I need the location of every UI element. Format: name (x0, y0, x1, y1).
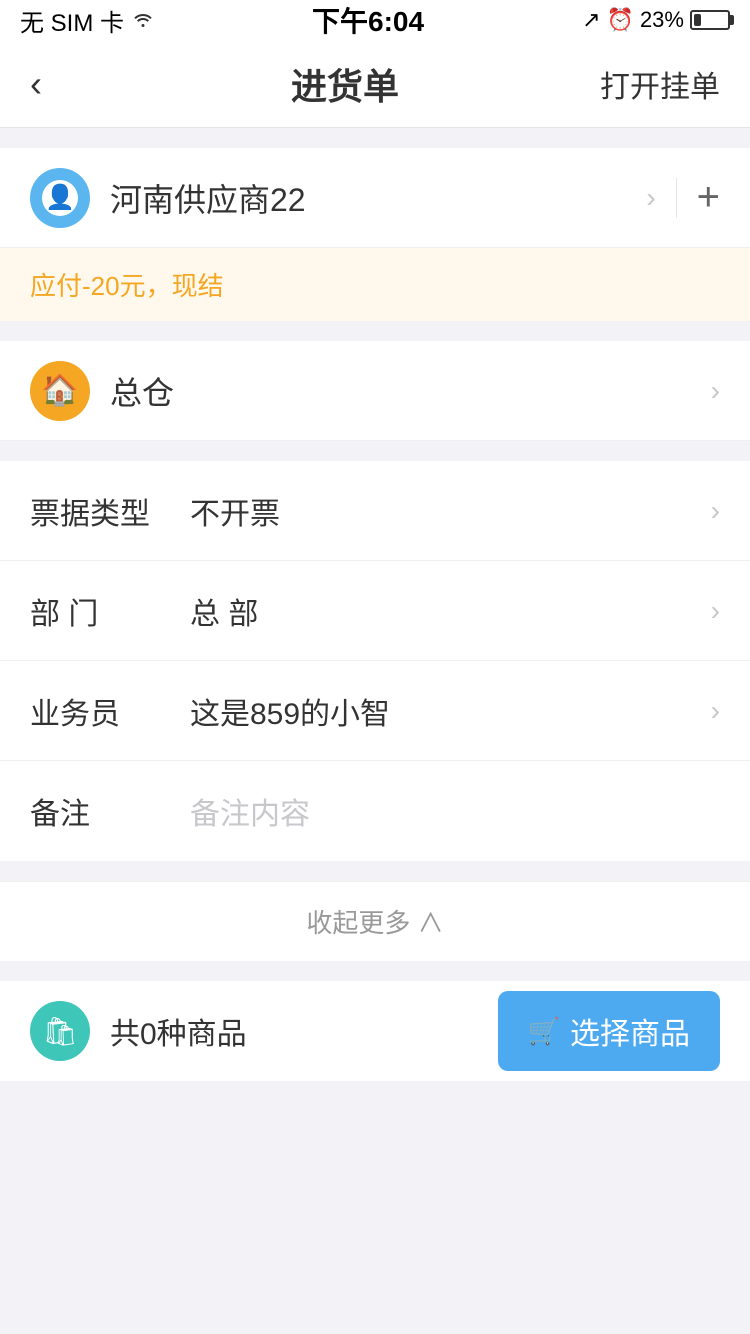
supplier-avatar: 👤 (30, 168, 90, 228)
supplier-divider (676, 178, 677, 218)
warehouse-chevron-icon: › (711, 375, 720, 407)
salesperson-value: 这是859的小智 (190, 689, 711, 733)
wifi-icon (132, 6, 154, 34)
invoice-type-chevron-icon: › (711, 495, 720, 527)
select-product-label: 选择商品 (570, 1009, 690, 1053)
warehouse-icon-wrap: 🏠 (30, 361, 90, 421)
collapse-row[interactable]: 收起更多 ∧ (0, 881, 750, 961)
shopping-bag-icon: 🛍 (42, 1015, 78, 1048)
salesperson-row[interactable]: 业务员 这是859的小智 › (0, 661, 750, 761)
status-left: 无 SIM 卡 (20, 3, 154, 38)
collapse-label: 收起更多 ∧ (306, 903, 443, 940)
select-product-icon: 🛒 (528, 1016, 560, 1047)
status-right: ↗ ⏰ 23% (582, 7, 730, 33)
department-row[interactable]: 部 门 总 部 › (0, 561, 750, 661)
back-button[interactable]: ‹ (30, 63, 90, 105)
remark-value: 备注内容 (190, 789, 720, 833)
department-chevron-icon: › (711, 595, 720, 627)
supplier-name: 河南供应商22 (110, 175, 646, 221)
section-gap-1 (0, 128, 750, 148)
open-pending-button[interactable]: 打开挂单 (600, 62, 720, 106)
carrier-label: 无 SIM 卡 (20, 3, 124, 38)
page-title: 进货单 (291, 58, 399, 110)
nav-bar: ‹ 进货单 打开挂单 (0, 40, 750, 128)
remark-row[interactable]: 备注 备注内容 (0, 761, 750, 861)
notice-text: 应付-20元，现结 (30, 271, 224, 301)
remark-label: 备注 (30, 789, 170, 833)
bottom-bar: 🛍 共0种商品 🛒 选择商品 (0, 981, 750, 1081)
warehouse-icon: 🏠 (41, 373, 78, 408)
select-product-button[interactable]: 🛒 选择商品 (498, 991, 720, 1071)
form-section: 票据类型 不开票 › 部 门 总 部 › 业务员 这是859的小智 › 备注 备… (0, 461, 750, 861)
salesperson-label: 业务员 (30, 689, 170, 733)
supplier-section: 👤 河南供应商22 › + 应付-20元，现结 (0, 148, 750, 321)
salesperson-chevron-icon: › (711, 695, 720, 727)
department-label: 部 门 (30, 589, 170, 633)
product-icon-wrap: 🛍 (30, 1001, 90, 1061)
alarm-icon: ⏰ (607, 7, 634, 33)
warehouse-row[interactable]: 🏠 总仓 › (0, 341, 750, 441)
battery-percentage: 23% (640, 7, 684, 33)
invoice-type-row[interactable]: 票据类型 不开票 › (0, 461, 750, 561)
status-time: 下午6:04 (312, 0, 424, 40)
supplier-chevron-icon: › (646, 182, 655, 214)
product-count: 共0种商品 (110, 1009, 498, 1053)
avatar-person-icon: 👤 (45, 183, 75, 212)
supplier-row[interactable]: 👤 河南供应商22 › + (0, 148, 750, 248)
location-icon: ↗ (582, 7, 600, 33)
invoice-type-value: 不开票 (190, 489, 711, 533)
notice-banner: 应付-20元，现结 (0, 248, 750, 321)
supplier-add-button[interactable]: + (697, 175, 720, 220)
status-bar: 无 SIM 卡 下午6:04 ↗ ⏰ 23% (0, 0, 750, 40)
department-value: 总 部 (190, 589, 711, 633)
invoice-type-label: 票据类型 (30, 489, 170, 533)
warehouse-name: 总仓 (110, 368, 711, 414)
battery-icon (690, 10, 730, 30)
